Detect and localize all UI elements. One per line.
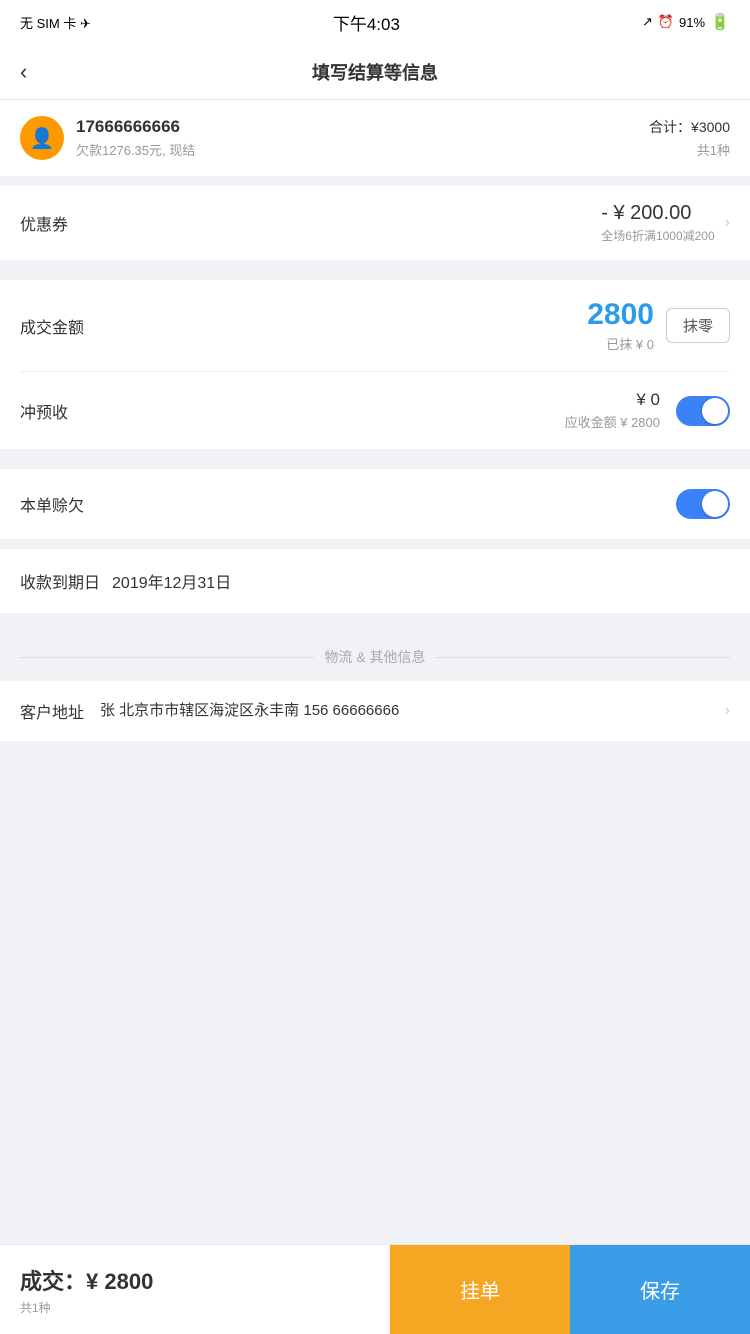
bottom-summary: 成交：¥ 2800 共1种 bbox=[0, 1264, 390, 1316]
logistics-text: 物流 & 其他信息 bbox=[314, 649, 435, 665]
status-left: 无 SIM 卡 ✈ bbox=[20, 13, 91, 32]
address-section[interactable]: 客户地址 张 北京市市辖区海淀区永丰南 156 66666666 › bbox=[0, 681, 750, 741]
address-chevron-icon: › bbox=[725, 702, 730, 720]
prepay-right: ¥ 0 应收金额 ¥ 2800 bbox=[565, 390, 730, 431]
location-icon: ↗ bbox=[642, 14, 653, 30]
coupon-right: - ¥ 200.00 全场6折满1000减200 › bbox=[601, 202, 730, 244]
customer-info-section: 👤 17666666666 欠款1276.35元, 现结 合计：¥3000 共1… bbox=[0, 100, 750, 176]
coupon-detail: 全场6折满1000减200 bbox=[601, 227, 714, 244]
empty-space bbox=[0, 751, 750, 931]
prepay-sub: 应收金额 ¥ 2800 bbox=[565, 412, 660, 431]
coupon-info: - ¥ 200.00 全场6折满1000减200 bbox=[601, 202, 714, 244]
bottom-count: 共1种 bbox=[20, 1299, 370, 1316]
bottom-bar: 成交：¥ 2800 共1种 挂单 保存 bbox=[0, 1244, 750, 1334]
save-button[interactable]: 保存 bbox=[570, 1245, 750, 1334]
address-row[interactable]: 客户地址 张 北京市市辖区海淀区永丰南 156 66666666 › bbox=[20, 681, 730, 741]
customer-details: 17666666666 欠款1276.35元, 现结 bbox=[76, 117, 195, 159]
total-count: 共1种 bbox=[649, 140, 730, 159]
battery-label: 91% bbox=[679, 15, 705, 30]
status-time: 下午4:03 bbox=[333, 10, 400, 35]
status-bar: 无 SIM 卡 ✈ 下午4:03 ↗ ⏰ 91% 🔋 bbox=[0, 0, 750, 44]
deal-amount-value: 2800 bbox=[587, 298, 654, 332]
alarm-icon: ⏰ bbox=[658, 14, 674, 30]
prepay-value: ¥ 0 bbox=[565, 390, 660, 410]
avatar-icon: 👤 bbox=[30, 126, 55, 151]
bottom-deal-label: 成交：¥ 2800 bbox=[20, 1264, 370, 1296]
customer-sub-info: 欠款1276.35元, 现结 bbox=[76, 140, 195, 159]
total-label: 合计：¥3000 bbox=[649, 117, 730, 137]
deal-amount-label: 成交金额 bbox=[20, 314, 84, 338]
due-date-row: 收款到期日 2019年12月31日 bbox=[20, 569, 730, 593]
prepay-toggle[interactable] bbox=[676, 396, 730, 426]
prepay-row: 冲预收 ¥ 0 应收金额 ¥ 2800 bbox=[20, 372, 730, 449]
gray-separator-1 bbox=[0, 270, 750, 280]
amount-section: 成交金额 2800 已抹 ¥ 0 抹零 冲预收 ¥ 0 应收金额 ¥ 2800 bbox=[0, 280, 750, 449]
coupon-label: 优惠券 bbox=[20, 211, 68, 235]
back-button[interactable]: ‹ bbox=[20, 51, 35, 93]
debt-inner: 本单赊欠 bbox=[20, 469, 730, 539]
prepay-amount-col: ¥ 0 应收金额 ¥ 2800 bbox=[565, 390, 660, 431]
coupon-chevron-icon: › bbox=[725, 214, 730, 232]
gray-separator-3 bbox=[0, 623, 750, 633]
status-right: ↗ ⏰ 91% 🔋 bbox=[642, 12, 730, 32]
gray-separator-2 bbox=[0, 459, 750, 469]
coupon-section[interactable]: 优惠券 - ¥ 200.00 全场6折满1000减200 › bbox=[0, 186, 750, 260]
due-date-section: 收款到期日 2019年12月31日 bbox=[0, 549, 750, 613]
bottom-deal-prefix: 成交： bbox=[20, 1269, 86, 1294]
hold-button[interactable]: 挂单 bbox=[390, 1245, 570, 1334]
address-label: 客户地址 bbox=[20, 699, 84, 723]
logistics-separator: 物流 & 其他信息 bbox=[0, 633, 750, 681]
nav-bar: ‹ 填写结算等信息 bbox=[0, 44, 750, 100]
address-value: 张 北京市市辖区海淀区永丰南 156 66666666 bbox=[100, 700, 717, 723]
deal-amount-right: 2800 已抹 ¥ 0 抹零 bbox=[587, 298, 730, 353]
bottom-deal-value: ¥ 2800 bbox=[86, 1269, 153, 1294]
round-zero-button[interactable]: 抹零 bbox=[666, 308, 730, 343]
due-date-value: 2019年12月31日 bbox=[112, 569, 231, 593]
debt-toggle-circle bbox=[702, 491, 728, 517]
coupon-discount: - ¥ 200.00 bbox=[601, 202, 714, 225]
prepay-label: 冲预收 bbox=[20, 399, 68, 423]
debt-toggle[interactable] bbox=[676, 489, 730, 519]
toggle-circle bbox=[702, 398, 728, 424]
debt-section: 本单赊欠 bbox=[0, 469, 750, 539]
customer-right: 合计：¥3000 共1种 bbox=[649, 117, 730, 159]
deal-amount-row: 成交金额 2800 已抹 ¥ 0 抹零 bbox=[20, 280, 730, 372]
customer-phone: 17666666666 bbox=[76, 117, 195, 137]
no-sim-label: 无 SIM 卡 ✈ bbox=[20, 13, 91, 32]
battery-icon: 🔋 bbox=[710, 12, 730, 32]
customer-left: 👤 17666666666 欠款1276.35元, 现结 bbox=[20, 116, 195, 160]
avatar: 👤 bbox=[20, 116, 64, 160]
content: 👤 17666666666 欠款1276.35元, 现结 合计：¥3000 共1… bbox=[0, 100, 750, 1031]
debt-label: 本单赊欠 bbox=[20, 492, 84, 516]
due-date-label: 收款到期日 bbox=[20, 569, 100, 593]
deal-amount-col: 2800 已抹 ¥ 0 bbox=[587, 298, 654, 353]
deal-amount-sub: 已抹 ¥ 0 bbox=[587, 334, 654, 353]
page-title: 填写结算等信息 bbox=[312, 59, 438, 85]
